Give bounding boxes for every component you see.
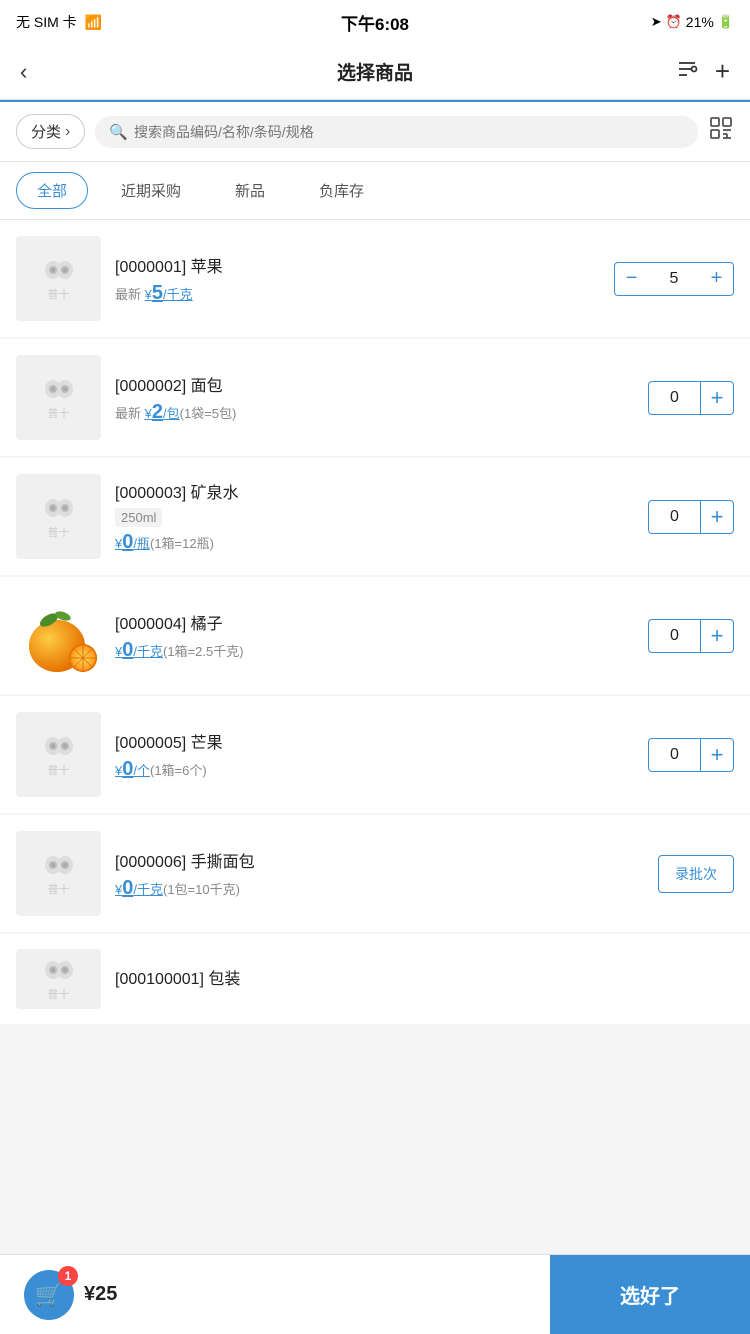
search-input-wrap: 🔍 — [95, 116, 698, 148]
list-item: 普十 [0000002] 面包 最新 ¥2/包(1袋=5包) + — [0, 339, 750, 456]
product-image-orange — [16, 593, 101, 678]
product-image: 普十 — [16, 949, 101, 1009]
placeholder-logo: 普十 — [41, 494, 77, 540]
qty-control: + — [648, 381, 734, 415]
product-info: [0000003] 矿泉水 250ml ¥0/瓶(1箱=12瓶) — [115, 479, 634, 554]
back-button[interactable]: ‹ — [20, 59, 27, 85]
tab-recent[interactable]: 近期采购 — [100, 172, 202, 209]
product-image: 普十 — [16, 474, 101, 559]
category-label: 分类 — [31, 121, 61, 142]
product-image: 普十 — [16, 355, 101, 440]
product-spec: 250ml — [115, 508, 162, 527]
list-item: [0000004] 橘子 ¥0/千克(1箱=2.5千克) + — [0, 577, 750, 694]
list-item: 普十 [000100001] 包装 — [0, 934, 750, 1024]
qty-input[interactable] — [648, 500, 700, 534]
product-price: 最新 ¥2/包(1袋=5包) — [115, 401, 634, 424]
qty-plus-button[interactable]: + — [700, 738, 734, 772]
battery-icon: 🔋 — [718, 14, 734, 30]
qty-control: + — [648, 619, 734, 653]
qty-control: + — [648, 500, 734, 534]
qty-control: + — [648, 738, 734, 772]
cart-section: 🛒 1 ¥25 — [0, 1270, 550, 1320]
latest-label: 最新 — [115, 287, 145, 302]
nav-bar: ‹ 选择商品 + — [0, 44, 750, 100]
product-price: ¥0/瓶(1箱=12瓶) — [115, 531, 634, 554]
product-name: [0000001] 苹果 — [115, 253, 600, 277]
product-info: [0000006] 手撕面包 ¥0/千克(1包=10千克) — [115, 848, 644, 900]
search-icon: 🔍 — [109, 123, 128, 141]
product-image: 普十 — [16, 831, 101, 916]
product-name: [0000006] 手撕面包 — [115, 848, 644, 872]
placeholder-logo: 普十 — [41, 851, 77, 897]
nav-left: ‹ — [20, 59, 27, 85]
qty-plus-button[interactable]: + — [700, 262, 734, 296]
placeholder-logo: 普十 — [41, 956, 77, 1002]
placeholder-logo: 普十 — [41, 256, 77, 302]
latest-label: 最新 — [115, 406, 145, 421]
placeholder-logo: 普十 — [41, 732, 77, 778]
product-price: ¥0/千克(1箱=2.5千克) — [115, 639, 634, 662]
add-icon[interactable]: + — [715, 56, 730, 87]
qty-input[interactable] — [648, 381, 700, 415]
list-item: 普十 [0000001] 苹果 最新 ¥5/千克 − + — [0, 220, 750, 337]
cart-icon-wrap[interactable]: 🛒 1 — [24, 1270, 74, 1320]
list-item: 普十 [0000003] 矿泉水 250ml ¥0/瓶(1箱=12瓶) + — [0, 458, 750, 575]
location-icon: ➤ — [651, 14, 662, 30]
product-name: [0000003] 矿泉水 — [115, 479, 634, 503]
product-list: 普十 [0000001] 苹果 最新 ¥5/千克 − + — [0, 220, 750, 1126]
batch-button[interactable]: 录批次 — [658, 855, 734, 893]
product-info: [0000002] 面包 最新 ¥2/包(1袋=5包) — [115, 372, 634, 424]
product-name: [0000004] 橘子 — [115, 610, 634, 634]
product-info: [000100001] 包装 — [115, 965, 734, 994]
filter-icon[interactable] — [675, 57, 699, 87]
time-display: 下午6:08 — [341, 10, 409, 35]
product-info: [0000004] 橘子 ¥0/千克(1箱=2.5千克) — [115, 610, 634, 662]
category-button[interactable]: 分类 › — [16, 114, 85, 149]
list-item: 普十 [0000005] 芒果 ¥0/个(1箱=6个) + — [0, 696, 750, 813]
wifi-icon: 📶 — [85, 14, 102, 31]
qty-minus-button[interactable]: − — [614, 262, 648, 296]
product-name: [0000002] 面包 — [115, 372, 634, 396]
product-info: [0000005] 芒果 ¥0/个(1箱=6个) — [115, 729, 634, 781]
cart-total: ¥25 — [84, 1283, 117, 1306]
page-title: 选择商品 — [337, 58, 413, 85]
qty-input[interactable] — [648, 619, 700, 653]
product-info: [0000001] 苹果 最新 ¥5/千克 — [115, 253, 600, 305]
product-name: [0000005] 芒果 — [115, 729, 634, 753]
alarm-icon: ⏰ — [666, 14, 682, 30]
product-price: 最新 ¥5/千克 — [115, 282, 600, 305]
tab-new[interactable]: 新品 — [214, 172, 286, 209]
qty-plus-button[interactable]: + — [700, 500, 734, 534]
category-arrow-icon: › — [65, 123, 70, 141]
status-left: 无 SIM 卡 📶 — [16, 12, 102, 32]
tab-all[interactable]: 全部 — [16, 172, 88, 209]
product-name: [000100001] 包装 — [115, 965, 734, 989]
product-price: ¥0/个(1箱=6个) — [115, 758, 634, 781]
carrier-text: 无 SIM 卡 — [16, 12, 77, 32]
nav-right: + — [675, 56, 730, 87]
confirm-button[interactable]: 选好了 — [550, 1255, 750, 1334]
search-bar: 分类 › 🔍 — [0, 102, 750, 162]
product-price: ¥0/千克(1包=10千克) — [115, 877, 644, 900]
status-right: ➤ ⏰ 21% 🔋 — [651, 14, 734, 30]
product-image: 普十 — [16, 236, 101, 321]
list-item: 普十 [0000006] 手撕面包 ¥0/千克(1包=10千克) 录批次 — [0, 815, 750, 932]
tab-negative[interactable]: 负库存 — [298, 172, 385, 209]
qty-plus-button[interactable]: + — [700, 619, 734, 653]
tab-bar: 全部 近期采购 新品 负库存 — [0, 162, 750, 220]
cart-icon: 🛒 — [35, 1282, 62, 1308]
scan-icon[interactable] — [708, 115, 734, 148]
qty-input[interactable] — [648, 738, 700, 772]
search-input[interactable] — [134, 124, 684, 140]
battery-text: 21% — [686, 14, 714, 30]
qty-plus-button[interactable]: + — [700, 381, 734, 415]
placeholder-logo: 普十 — [41, 375, 77, 421]
cart-badge: 1 — [58, 1266, 78, 1286]
product-image: 普十 — [16, 712, 101, 797]
status-bar: 无 SIM 卡 📶 下午6:08 ➤ ⏰ 21% 🔋 — [0, 0, 750, 44]
qty-control: − + — [614, 262, 734, 296]
bottom-bar: 🛒 1 ¥25 选好了 — [0, 1254, 750, 1334]
qty-input[interactable] — [648, 262, 700, 296]
